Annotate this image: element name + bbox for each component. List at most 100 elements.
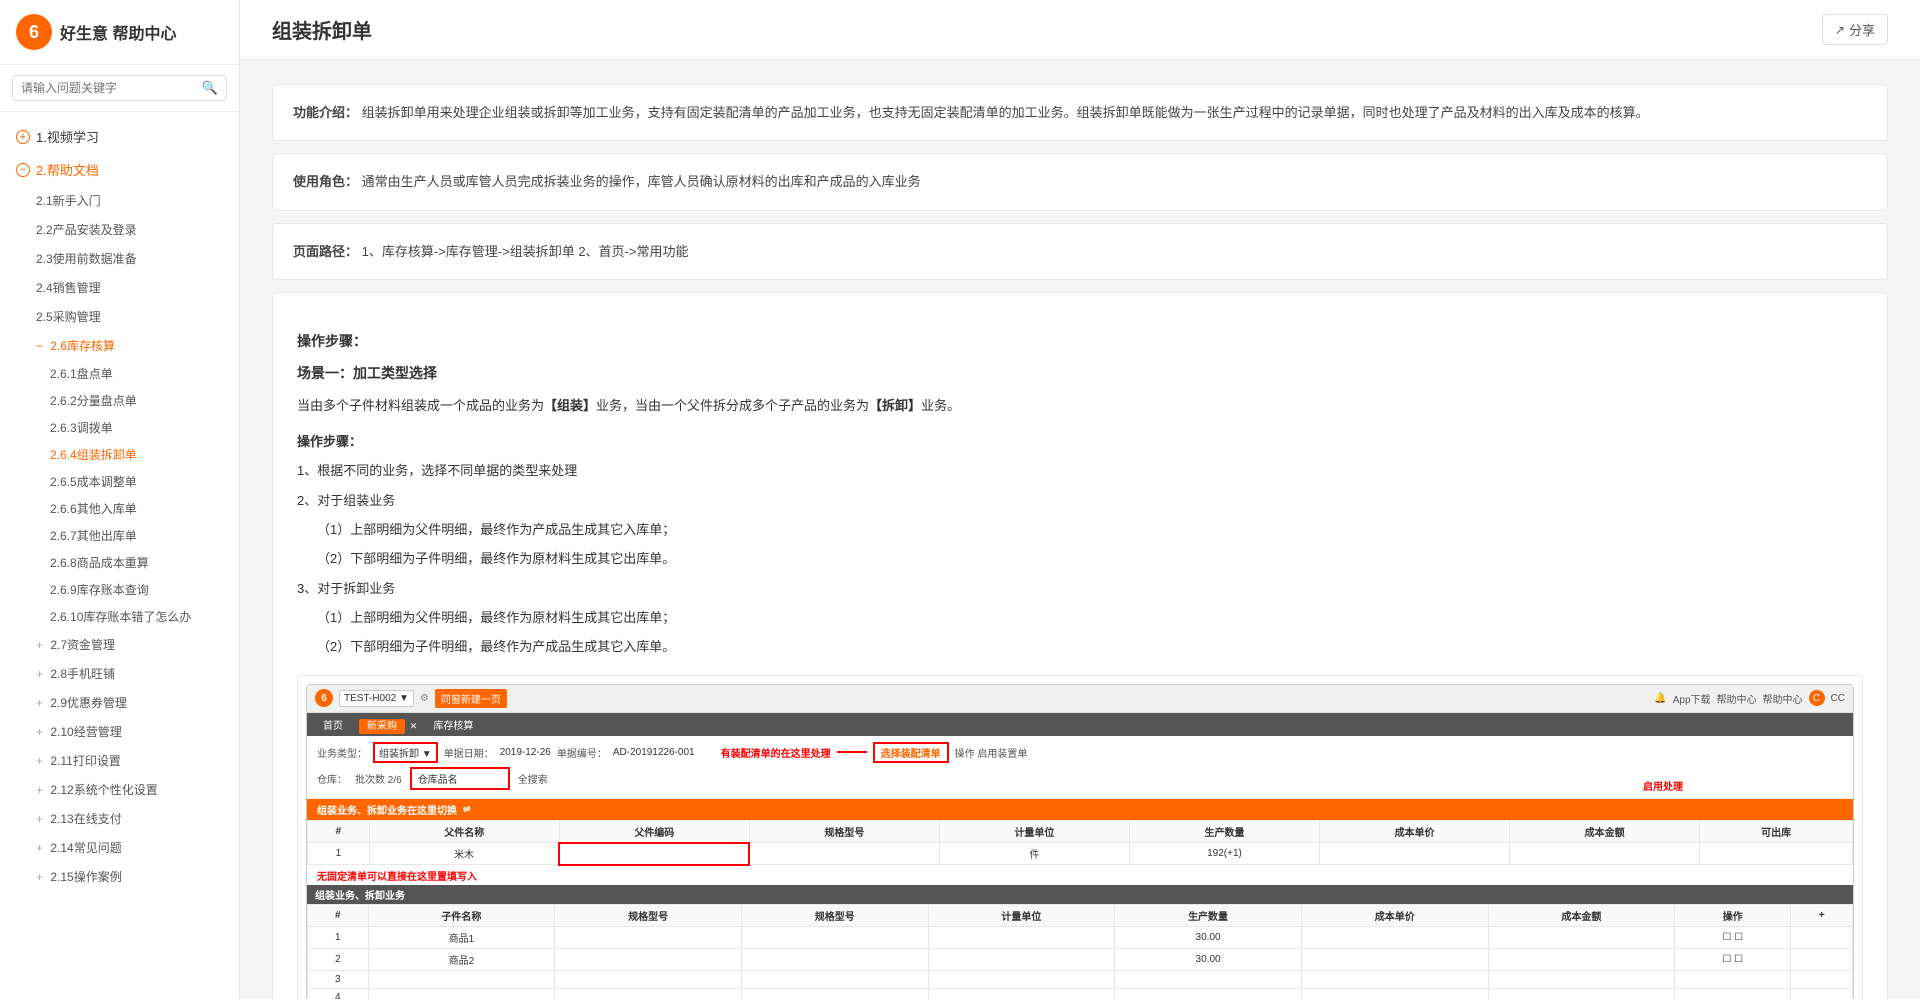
plus-icon-3: +: [36, 667, 43, 681]
path-text: 1、库存核算->库存管理->组装拆卸单 2、首页->常用功能: [362, 244, 689, 259]
sidebar-item-faq[interactable]: + 2.14常见问题: [0, 833, 239, 862]
logo-area: 6 好生意 帮助中心: [0, 0, 239, 65]
sim-child-r1-name: 商品1: [368, 926, 555, 948]
sim-col-cost-amount: 成本金额: [1510, 820, 1700, 843]
sidebar-item-payment[interactable]: + 2.13在线支付: [0, 804, 239, 833]
search-input[interactable]: [21, 81, 202, 95]
sidebar-item-partialcheck[interactable]: 2.6.2分量盘点单: [0, 387, 239, 414]
sidebar-item-stockcheck[interactable]: 2.6.1盘点单: [0, 360, 239, 387]
sim-col-num: #: [308, 820, 370, 843]
sim-child-r2-name: 商品2: [368, 948, 555, 970]
step2: 2、对于组装业务: [297, 489, 1863, 512]
sidebar-item-purchase[interactable]: 2.5采购管理: [0, 302, 239, 331]
sim-child-r2-qty: 30.00: [1115, 948, 1302, 970]
scene1-desc: 当由多个子件材料组装成一个成品的业务为【组装】业务，当由一个父件拆分成多个子产品…: [297, 394, 1863, 417]
sidebar-item-inventoryfix[interactable]: 2.6.10库存账本错了怎么办: [0, 603, 239, 630]
sim-col-available: 可出库: [1700, 820, 1853, 843]
sim-user-icon: C: [1809, 690, 1825, 706]
sidebar-item-sales[interactable]: 2.4销售管理: [0, 273, 239, 302]
step2-2: （2）下部明细为子件明细，最终作为原材料生成其它出库单。: [297, 547, 1863, 570]
sim-section-header: 组装业务、拆卸业务在这里切换 ⇌: [307, 799, 1853, 820]
sidebar-item-assembly[interactable]: 2.6.4组装拆卸单: [0, 441, 239, 468]
sim-nav-home: 首页: [315, 713, 351, 736]
sim-topbar-right: 🔔 App下载 帮助中心 帮助中心 C CC: [1654, 690, 1845, 706]
scene1-title: 场景一：加工类型选择: [297, 361, 1863, 386]
sim-child-r2-amount: [1488, 948, 1675, 970]
sidebar-item-otheroutput[interactable]: 2.6.7其他出库单: [0, 522, 239, 549]
sim-annotation3: 启用处理: [1643, 778, 1683, 793]
sim-child-col-extra: +: [1791, 904, 1853, 926]
plus-icon-9: +: [36, 841, 43, 855]
logo-text: 好生意 帮助中心: [60, 20, 176, 44]
sidebar-item-coupon[interactable]: + 2.9优惠券管理: [0, 688, 239, 717]
sidebar-item-costrecalc[interactable]: 2.6.8商品成本重算: [0, 549, 239, 576]
sim-parent-available: [1700, 843, 1853, 865]
page-title: 组装拆卸单: [272, 15, 372, 44]
logo-icon: 6: [16, 14, 52, 50]
sim-child-r2-spec2: [741, 948, 928, 970]
sim-child-r1-amount: [1488, 926, 1675, 948]
sim-qty-label: 批次数 2/6: [355, 771, 402, 786]
sim-child-col-num: #: [308, 904, 369, 926]
step3-2: （2）下部明细为子件明细，最终作为产成品生成其它入库单。: [297, 635, 1863, 658]
sim-col-parent-name: 父件名称: [369, 820, 559, 843]
sim-parent-row-1: 1 米木 件 192(+1): [308, 843, 1853, 865]
search-area: 🔍: [0, 65, 239, 112]
step3: 3、对于拆卸业务: [297, 577, 1863, 600]
search-icon[interactable]: 🔍: [202, 80, 218, 96]
sidebar-item-management[interactable]: + 2.10经营管理: [0, 717, 239, 746]
plus-icon-8: +: [36, 812, 43, 826]
sidebar-item-finance[interactable]: + 2.7资金管理: [0, 630, 239, 659]
sim-child-col-name: 子件名称: [368, 904, 555, 926]
sim-search-anno: 仓库品名: [410, 767, 510, 790]
share-button[interactable]: ↗ 分享: [1822, 14, 1888, 45]
sim-child-r1-qty: 30.00: [1115, 926, 1302, 948]
sidebar-item-docs[interactable]: − 2.帮助文档: [0, 153, 239, 186]
sidebar-item-video[interactable]: + 1.视频学习: [0, 120, 239, 153]
step2-1: （1）上部明细为父件明细，最终作为产成品生成其它入库单；: [297, 518, 1863, 541]
sidebar-item-personalize[interactable]: + 2.12系统个性化设置: [0, 775, 239, 804]
nav-section-2: − 2.帮助文档 2.1新手入门 2.2产品安装及登录 2.3使用前数据准备 2…: [0, 153, 239, 891]
sim-child-table-area: 组装业务、拆卸业务 # 子件名称 规格型号 规格型号 计量单位 生产数量: [307, 885, 1853, 999]
sim-cc-label: CC: [1831, 693, 1845, 704]
sidebar-item-costadjust[interactable]: 2.6.5成本调整单: [0, 468, 239, 495]
sim-date-label: 单据日期：: [444, 745, 494, 760]
sim-parent-code-input: [559, 843, 749, 865]
func-intro-text: 组装拆卸单用来处理企业组装或拆卸等加工业务，支持有固定装配清单的产品加工业务，也…: [362, 105, 1649, 120]
sim-parent-cost-price: [1320, 843, 1510, 865]
sim-parent-row-num: 1: [308, 843, 370, 865]
sim-help-center: 帮助中心: [1717, 691, 1757, 706]
sidebar-item-otherinput[interactable]: 2.6.6其他入库单: [0, 495, 239, 522]
sidebar-item-inventory[interactable]: − 2.6库存核算: [0, 331, 239, 360]
sim-parent-unit: 件: [939, 843, 1129, 865]
sim-col-parent-code: 父件编码: [559, 820, 749, 843]
sidebar-item-mobile[interactable]: + 2.8手机旺铺: [0, 659, 239, 688]
step1: 1、根据不同的业务，选择不同单据的类型来处理: [297, 459, 1863, 482]
sim-child-r1-unit: [928, 926, 1115, 948]
plus-icon-6: +: [36, 754, 43, 768]
main-content: 组装拆卸单 ↗ 分享 功能介绍： 组装拆卸单用来处理企业组装或拆卸等加工业务，支…: [240, 0, 1920, 999]
role-text: 通常由生产人员或库管人员完成拆装业务的操作，库管人员确认原材料的出库和产成品的入…: [362, 174, 921, 189]
sim-parent-qty: 192(+1): [1129, 843, 1319, 865]
path-block: 页面路径： 1、库存核算->库存管理->组装拆卸单 2、首页->常用功能: [272, 223, 1888, 280]
sidebar-item-print[interactable]: + 2.11打印设置: [0, 746, 239, 775]
sim-flag-icon: 🔔: [1654, 693, 1666, 704]
sim-child-table: # 子件名称 规格型号 规格型号 计量单位 生产数量 成本单价 成本金额 操作: [307, 904, 1853, 999]
sim-child-col-qty: 生产数量: [1115, 904, 1302, 926]
sidebar-item-cases[interactable]: + 2.15操作案例: [0, 862, 239, 891]
sim-settings-icon: ⚙: [420, 693, 429, 704]
screenshot-container: 6 TEST-H002 ▼ ⚙ 同窗新建一页 🔔 App下载 帮助中心 帮助中心…: [297, 675, 1863, 999]
sim-type-label: 业务类型：: [317, 745, 367, 760]
share-label: 分享: [1849, 20, 1875, 39]
sim-screenshot: 6 TEST-H002 ▼ ⚙ 同窗新建一页 🔔 App下载 帮助中心 帮助中心…: [306, 684, 1854, 999]
sim-child-r2-op: ☐ ☐: [1675, 948, 1791, 970]
sim-child-r1-price: [1301, 926, 1488, 948]
sidebar-item-datapre[interactable]: 2.3使用前数据准备: [0, 244, 239, 273]
op-steps-sub-label: 操作步骤：: [297, 430, 1863, 453]
sidebar-item-transfer[interactable]: 2.6.3调拨单: [0, 414, 239, 441]
sidebar-item-newuser[interactable]: 2.1新手入门: [0, 186, 239, 215]
sim-col-spec: 规格型号: [749, 820, 939, 843]
plus-icon-5: +: [36, 725, 43, 739]
sidebar-item-install[interactable]: 2.2产品安装及登录: [0, 215, 239, 244]
sidebar-item-inventoryquery[interactable]: 2.6.9库存账本查询: [0, 576, 239, 603]
